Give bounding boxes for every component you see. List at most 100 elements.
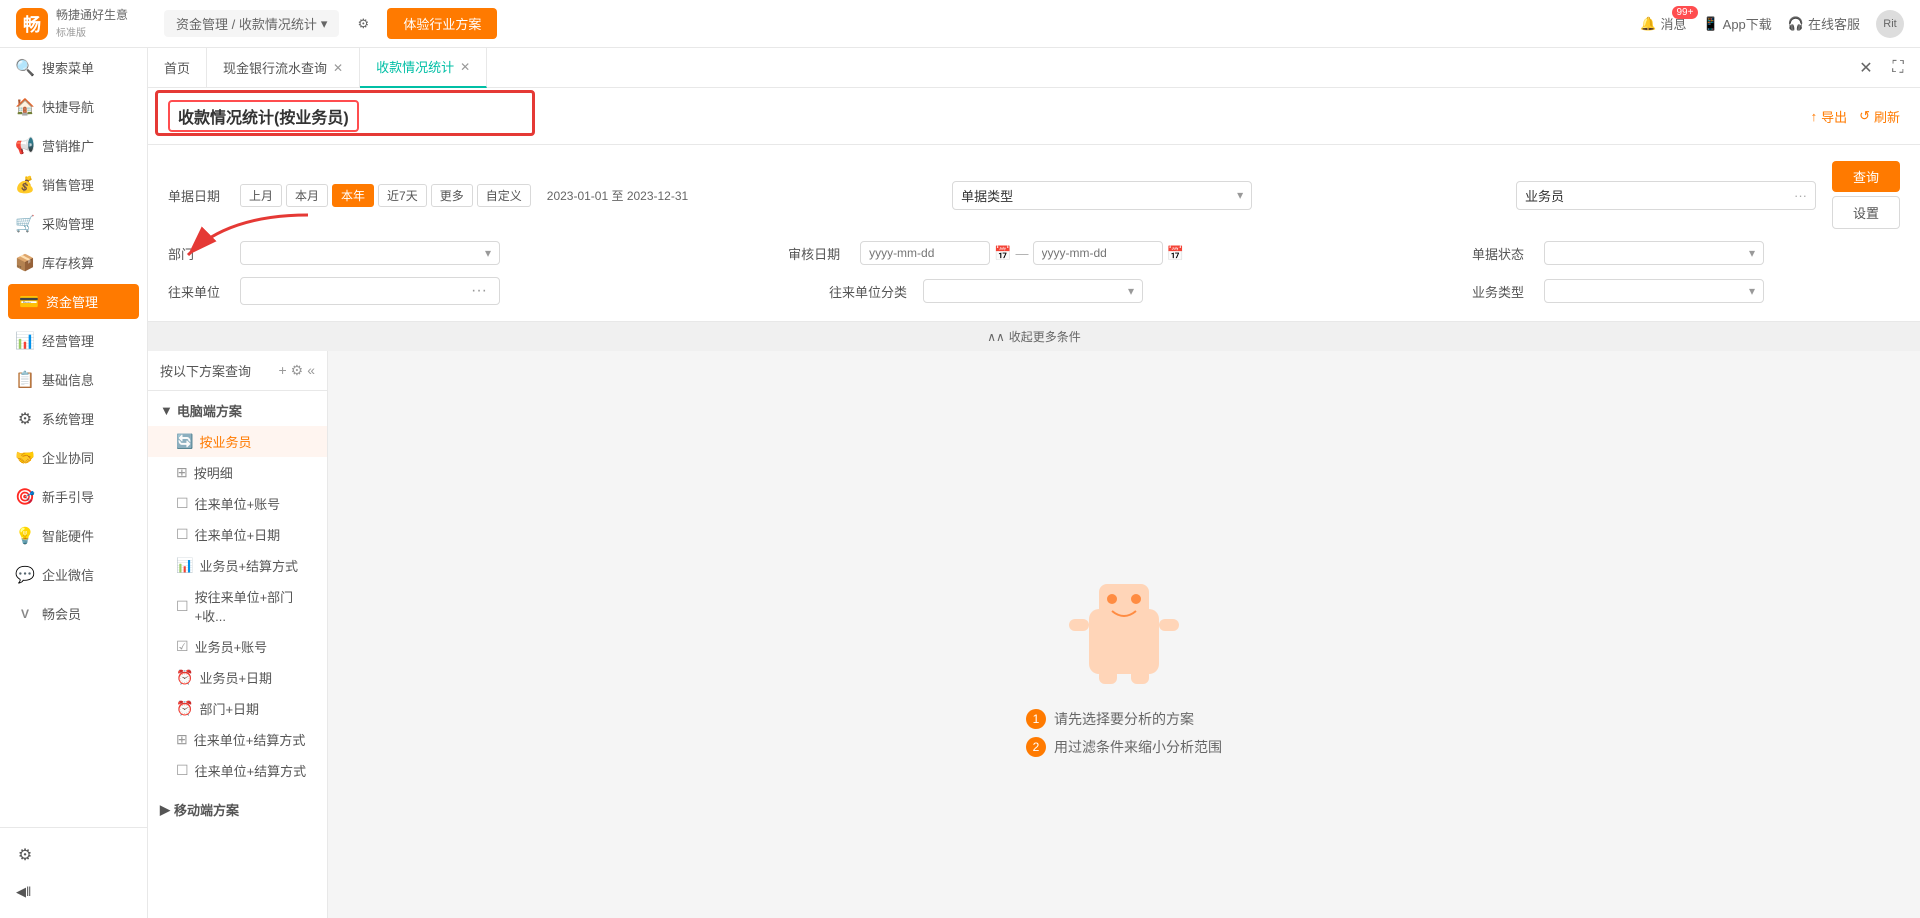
audit-date-from[interactable] [860,241,990,265]
audit-date-to[interactable] [1033,241,1163,265]
scheme-item-icon-ps1: ⊞ [176,731,188,748]
scheme-item-partner-settlement2[interactable]: ☐ 往来单位+结算方式 [148,755,327,786]
doc-type-select[interactable]: 单据类型 ▾ [952,181,1252,210]
scheme-item-partner-date[interactable]: ☐ 往来单位+日期 [148,519,327,550]
tab-collection[interactable]: 收款情况统计 ✕ [360,48,487,88]
sidebar-item-system[interactable]: ⚙ 系统管理 [0,399,147,438]
sidebar-item-basics[interactable]: 📋 基础信息 [0,360,147,399]
avatar[interactable]: Rit [1876,10,1904,38]
sidebar-item-collapse[interactable]: ◀‖ [0,874,147,910]
sidebar-item-hardware[interactable]: 💡 智能硬件 [0,516,147,555]
partner-dots[interactable]: ··· [467,282,491,300]
date-btn-more[interactable]: 更多 [431,184,473,207]
partner-label: 往来单位 [168,282,224,301]
date-btn-last-month[interactable]: 上月 [240,184,282,207]
scheme-item-icon-ps2: ☐ [176,762,189,779]
sidebar-item-label: 快捷导航 [42,97,94,116]
scheme-group-mobile-arrow: ▶ [160,802,170,818]
salesman-select[interactable]: 业务员 ··· [1516,181,1816,210]
sidebar-item-label: 企业微信 [42,565,94,584]
wechat-icon: 💬 [16,566,34,584]
scheme-item-salesman-date[interactable]: ⏰ 业务员+日期 [148,662,327,693]
scheme-group-mobile: ▶ 移动端方案 [148,790,327,829]
partner-select[interactable]: ··· [240,277,500,305]
sidebar-item-settings-bottom[interactable]: ⚙ [0,836,147,874]
date-btn-7days[interactable]: 近7天 [378,184,427,207]
collapse-icon: ◀‖ [16,884,31,900]
notification-badge: 99+ [1672,6,1699,19]
scheme-item-dept-date[interactable]: ⏰ 部门+日期 [148,693,327,724]
scheme-item-by-detail[interactable]: ⊞ 按明细 [148,457,327,488]
notification-button[interactable]: 🔔 消息 99+ [1640,14,1686,33]
tab-home-label: 首页 [164,58,190,77]
trial-button[interactable]: 体验行业方案 [387,8,497,39]
scheme-header-actions: + ⚙ « [278,362,315,379]
sidebar-item-finance[interactable]: 💳 资金管理 [8,284,139,319]
scheme-settings-button[interactable]: ⚙ [291,362,304,379]
hardware-icon: 💡 [16,527,34,545]
tab-minimize-button[interactable]: ✕ [1852,54,1880,82]
date-btn-this-year[interactable]: 本年 [332,184,374,207]
scheme-group-mobile-header[interactable]: ▶ 移动端方案 [148,794,327,825]
app-download-button[interactable]: 📱 App下载 [1702,14,1771,33]
sidebar-item-quicknav[interactable]: 🏠 快捷导航 [0,87,147,126]
scheme-item-icon-sa: ☑ [176,638,189,655]
sidebar-item-member[interactable]: V 畅会员 [0,594,147,633]
filter-row-1: 单据日期 上月 本月 本年 近7天 更多 自定义 2023-01-01 至 20… [168,161,1900,229]
sidebar-item-search[interactable]: 🔍 搜索菜单 [0,48,147,87]
sidebar-item-marketing[interactable]: 📢 营销推广 [0,126,147,165]
tab-bank-flow[interactable]: 现金银行流水查询 ✕ [207,48,360,88]
sidebar-item-enterprise[interactable]: 🤝 企业协同 [0,438,147,477]
sidebar-item-guide[interactable]: 🎯 新手引导 [0,477,147,516]
refresh-button[interactable]: ↺ 刷新 [1859,107,1900,126]
dept-select[interactable]: ▾ [240,241,500,265]
scheme-item-partner-dept[interactable]: ☐ 按往来单位+部门+收... [148,581,327,631]
scheme-item-label-pds: 按往来单位+部门+收... [195,587,315,625]
breadcrumb-text: 资金管理 / 收款情况统计 [176,14,317,33]
tab-collection-close[interactable]: ✕ [460,60,470,74]
scheme-item-icon-detail: ⊞ [176,464,188,481]
page-content: 收款情况统计(按业务员) ↑ 导出 ↺ 刷新 单据日期 上 [148,88,1920,918]
calendar-from-icon[interactable]: 📅 [994,245,1011,262]
calendar-to-icon[interactable]: 📅 [1167,245,1184,262]
scheme-item-by-salesman[interactable]: 🔄 按业务员 [148,426,327,457]
partner-category-chevron: ▾ [1128,284,1134,298]
scheme-panel-header: 按以下方案查询 + ⚙ « [148,351,327,391]
sidebar-item-operations[interactable]: 📊 经营管理 [0,321,147,360]
date-btn-this-month[interactable]: 本月 [286,184,328,207]
tab-home[interactable]: 首页 [148,48,207,88]
scheme-item-salesman-settlement[interactable]: 📊 业务员+结算方式 [148,550,327,581]
online-service-button[interactable]: 🎧 在线客服 [1788,14,1860,33]
partner-category-select[interactable]: ▾ [923,279,1143,303]
sidebar-item-inventory[interactable]: 📦 库存核算 [0,243,147,282]
export-button[interactable]: ↑ 导出 [1811,107,1848,126]
tab-maximize-button[interactable]: ⛶ [1884,54,1912,82]
salesman-label: 业务员 [1525,186,1564,205]
app-name: 畅捷通好生意 [56,8,128,24]
settings-icon[interactable]: ⚙ [347,8,379,40]
sidebar-item-label: 经营管理 [42,331,94,350]
filter-row-2: 部门 ▾ 审核日期 📅 — 📅 单据状态 [168,241,1900,265]
scheme-item-partner-account[interactable]: ☐ 往来单位+账号 [148,488,327,519]
query-button[interactable]: 查询 [1832,161,1900,192]
sidebar-item-wechat[interactable]: 💬 企业微信 [0,555,147,594]
empty-image [1064,569,1184,689]
page-header: 收款情况统计(按业务员) ↑ 导出 ↺ 刷新 [148,88,1920,145]
set-button[interactable]: 设置 [1832,196,1900,229]
scheme-group-pc-header[interactable]: ▼ 电脑端方案 [148,395,327,426]
biz-type-select[interactable]: ▾ [1544,279,1764,303]
tab-bank-flow-close[interactable]: ✕ [333,61,343,75]
scheme-item-label-salesman: 按业务员 [199,432,251,451]
hint-num-1: 1 [1026,709,1046,729]
sidebar-item-purchase[interactable]: 🛒 采购管理 [0,204,147,243]
date-btn-custom[interactable]: 自定义 [477,184,531,207]
scheme-item-salesman-account[interactable]: ☑ 业务员+账号 [148,631,327,662]
collapse-bar[interactable]: ∧∧ 收起更多条件 [148,322,1920,351]
breadcrumb[interactable]: 资金管理 / 收款情况统计 ▾ [164,10,339,37]
scheme-add-button[interactable]: + [278,362,286,379]
scheme-collapse-button[interactable]: « [307,362,315,379]
sidebar-item-sales[interactable]: 💰 销售管理 [0,165,147,204]
doc-status-select[interactable]: ▾ [1544,241,1764,265]
scheme-item-partner-settlement1[interactable]: ⊞ 往来单位+结算方式 [148,724,327,755]
finance-icon: 💳 [20,293,38,311]
